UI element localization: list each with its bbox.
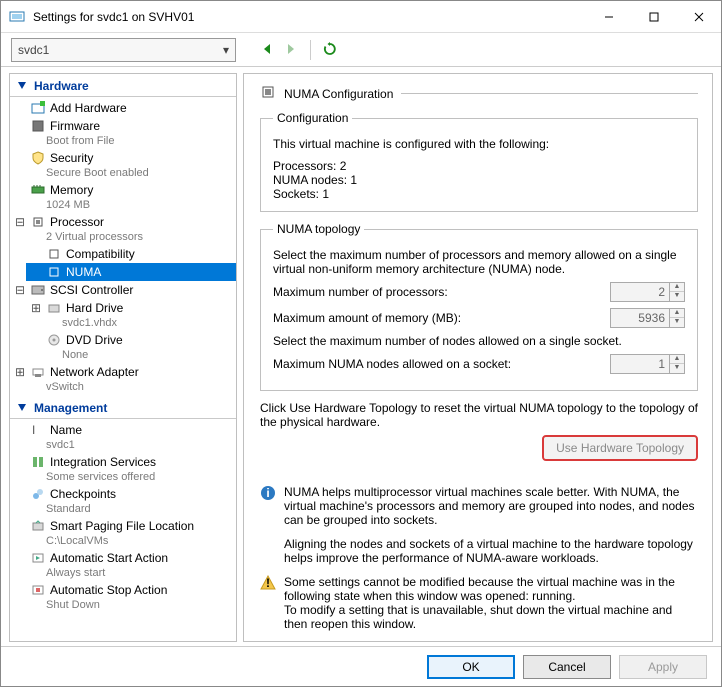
- close-button[interactable]: [676, 2, 721, 32]
- chevron-down-icon: ▾: [223, 43, 229, 57]
- toolbar-divider: [310, 40, 311, 60]
- nav-prev-button[interactable]: [258, 40, 276, 58]
- tree-dvddrive-sub: None: [62, 348, 236, 362]
- tree-security[interactable]: Security: [10, 149, 236, 167]
- dialog-footer: OK Cancel Apply: [1, 646, 721, 686]
- tree-compatibility[interactable]: Compatibility: [26, 245, 236, 263]
- reset-desc: Click Use Hardware Topology to reset the…: [260, 401, 698, 429]
- tree-processor[interactable]: ⊟Processor: [10, 213, 236, 231]
- tree-firmware[interactable]: Firmware: [10, 117, 236, 135]
- tree-firmware-sub: Boot from File: [46, 134, 236, 148]
- svg-text:!: !: [266, 576, 270, 590]
- svg-text:I: I: [32, 423, 35, 437]
- tree-checkpoints[interactable]: Checkpoints: [10, 485, 236, 503]
- maxnodes-label: Maximum NUMA nodes allowed on a socket:: [273, 357, 511, 371]
- tree-name[interactable]: IName: [10, 421, 236, 439]
- tree-dvddrive[interactable]: DVD Drive: [26, 331, 236, 349]
- section-hardware: Hardware: [10, 76, 236, 97]
- apply-button[interactable]: Apply: [619, 655, 707, 679]
- tree-smartpaging[interactable]: Smart Paging File Location: [10, 517, 236, 535]
- panel-title: NUMA Configuration: [284, 87, 393, 101]
- section-management: Management: [10, 398, 236, 419]
- tree-add-hardware[interactable]: Add Hardware: [10, 99, 236, 117]
- toolbar: svdc1 ▾: [1, 33, 721, 67]
- vm-selected-label: svdc1: [18, 43, 49, 57]
- maxmem-label: Maximum amount of memory (MB):: [273, 311, 461, 325]
- app-icon: [9, 9, 25, 25]
- cancel-button[interactable]: Cancel: [523, 655, 611, 679]
- nav-next-button[interactable]: [282, 40, 300, 58]
- tree-memory[interactable]: Memory: [10, 181, 236, 199]
- processor-icon: [260, 84, 276, 103]
- tree-numa[interactable]: NUMA: [26, 263, 236, 281]
- tree-nic-sub: vSwitch: [46, 380, 236, 394]
- window-title: Settings for svdc1 on SVHV01: [33, 10, 586, 24]
- refresh-button[interactable]: [321, 40, 339, 58]
- tree-security-sub: Secure Boot enabled: [46, 166, 236, 180]
- info-icon: i: [260, 485, 276, 501]
- tree-integration[interactable]: Integration Services: [10, 453, 236, 471]
- maxmem-input[interactable]: ▲▼: [610, 308, 685, 328]
- settings-tree[interactable]: Hardware Add Hardware Firmware Boot from…: [9, 73, 237, 642]
- tree-harddrive-sub: svdc1.vhdx: [62, 316, 236, 330]
- svg-text:i: i: [266, 486, 269, 500]
- tree-autostop[interactable]: Automatic Stop Action: [10, 581, 236, 599]
- ok-button[interactable]: OK: [427, 655, 515, 679]
- tree-scsi[interactable]: ⊟SCSI Controller: [10, 281, 236, 299]
- topology-group: NUMA topology Select the maximum number …: [260, 222, 698, 391]
- vm-selector-dropdown[interactable]: svdc1 ▾: [11, 38, 236, 62]
- tree-nic[interactable]: ⊞Network Adapter: [10, 363, 236, 381]
- detail-panel: NUMA Configuration Configuration This vi…: [243, 73, 713, 642]
- tree-memory-sub: 1024 MB: [46, 198, 236, 212]
- maxnodes-input[interactable]: ▲▼: [610, 354, 685, 374]
- configuration-group: Configuration This virtual machine is co…: [260, 111, 698, 212]
- use-hardware-topology-button[interactable]: Use Hardware Topology: [542, 435, 698, 461]
- tree-autostart[interactable]: Automatic Start Action: [10, 549, 236, 567]
- maximize-button[interactable]: [631, 2, 676, 32]
- tree-processor-sub: 2 Virtual processors: [46, 230, 236, 244]
- minimize-button[interactable]: [586, 2, 631, 32]
- titlebar: Settings for svdc1 on SVHV01: [1, 1, 721, 33]
- maxproc-input[interactable]: ▲▼: [610, 282, 685, 302]
- tree-harddrive[interactable]: ⊞Hard Drive: [26, 299, 236, 317]
- warning-icon: !: [260, 575, 276, 591]
- maxproc-label: Maximum number of processors:: [273, 285, 448, 299]
